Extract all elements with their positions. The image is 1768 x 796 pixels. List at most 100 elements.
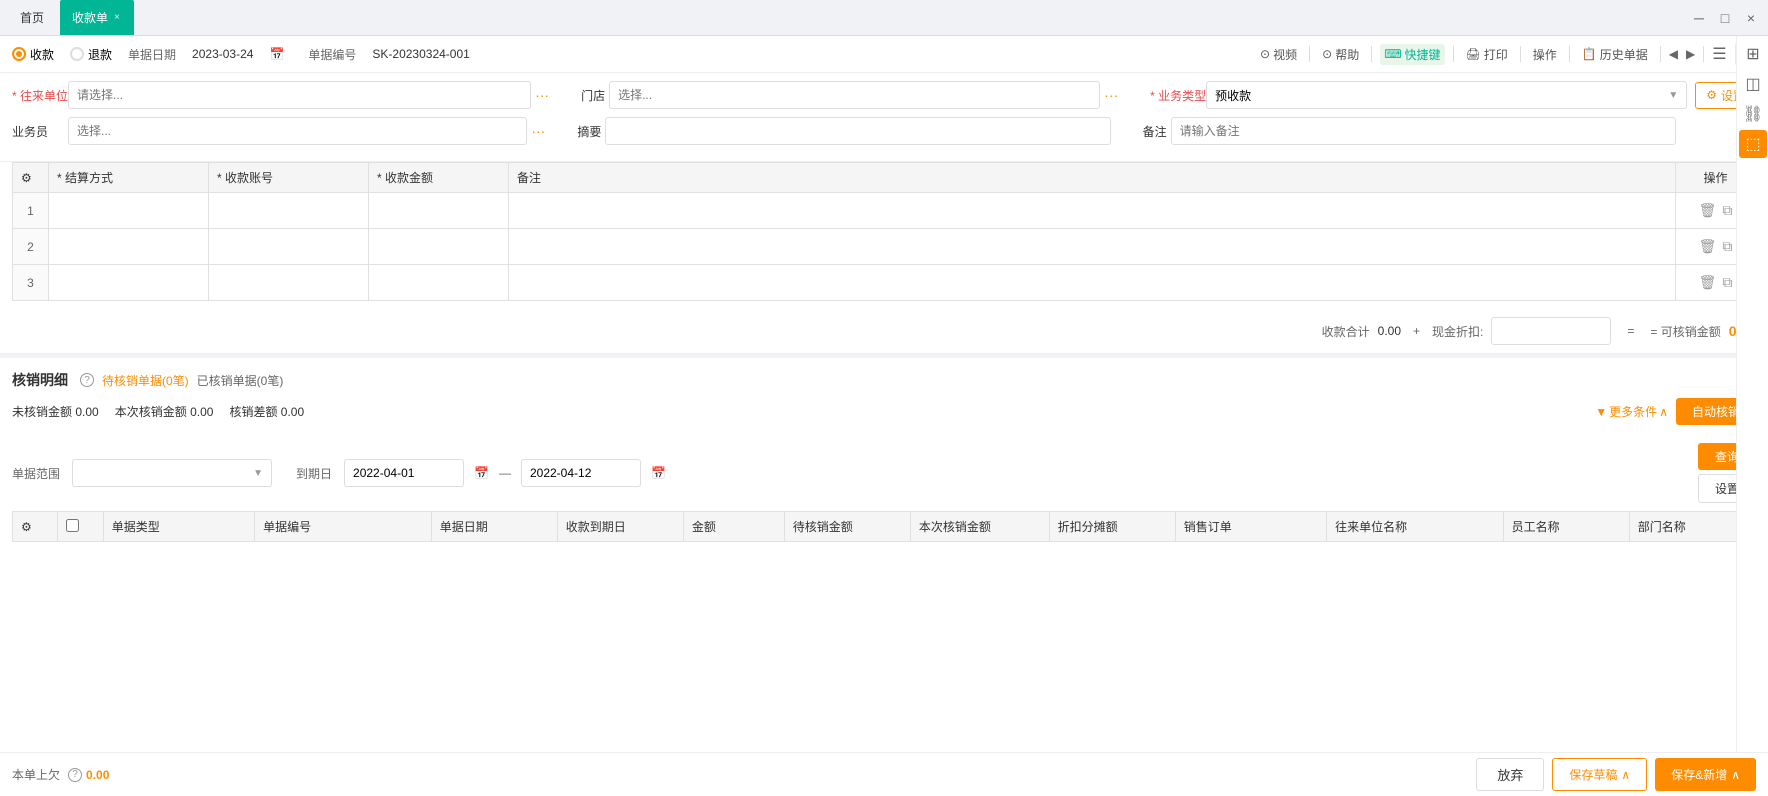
account-cell-3[interactable] <box>209 265 369 301</box>
account-input-2[interactable] <box>209 229 368 264</box>
footer-buttons: 放弃 保存草稿 ∧ 保存&新增 ∧ <box>1476 758 1756 791</box>
settlement-cell-3[interactable] <box>49 265 209 301</box>
help-icon: ⊙ <box>1322 47 1332 61</box>
biztype-select[interactable]: 预收款 ▼ <box>1206 81 1687 109</box>
save-new-btn[interactable]: 保存&新增 ∧ <box>1655 758 1756 791</box>
staff-input[interactable] <box>68 117 527 145</box>
table-row: 1 🗑 ⧉ <box>13 193 1756 229</box>
done-tab[interactable]: 已核销单据(0笔) <box>197 372 284 389</box>
counterpart-input[interactable] <box>68 81 531 109</box>
discount-input[interactable] <box>1491 317 1611 345</box>
number-value: SK-20230324-001 <box>372 47 469 61</box>
pending-tab[interactable]: 待核销单据(0笔) <box>102 372 189 389</box>
more-conditions-btn[interactable]: ▼ 更多条件 ∧ <box>1595 403 1668 420</box>
save-draft-btn[interactable]: 保存草稿 ∧ <box>1552 758 1647 791</box>
history-btn[interactable]: 📋 历史单据 <box>1578 44 1652 65</box>
video-btn[interactable]: ⊙ 视频 <box>1256 44 1301 65</box>
sidebar-icon-3[interactable]: ⛓ <box>1739 100 1767 128</box>
select-all-checkbox[interactable] <box>66 519 79 532</box>
account-input-3[interactable] <box>209 265 368 300</box>
date-to-input[interactable] <box>521 459 641 487</box>
remark-cell-3[interactable] <box>509 265 1676 301</box>
sidebar-icon-4[interactable]: ⬚ <box>1739 130 1767 158</box>
radio-refund[interactable]: 退款 <box>70 46 112 63</box>
account-input-1[interactable] <box>209 193 368 228</box>
counterpart-more-btn[interactable]: ··· <box>535 87 549 103</box>
action-label: 操作 <box>1533 46 1557 63</box>
unchecked-value: 0.00 <box>75 405 98 419</box>
delete-row-2-icon[interactable]: 🗑 <box>1699 238 1717 255</box>
calendar-icon[interactable]: 📅 <box>269 47 284 61</box>
date-from-input[interactable] <box>344 459 464 487</box>
account-cell-1[interactable] <box>209 193 369 229</box>
discount-th: 折扣分摊额 <box>1049 512 1175 542</box>
remark-input[interactable] <box>1171 117 1676 145</box>
range-select[interactable]: ▼ <box>72 459 272 487</box>
amount-input-3[interactable] <box>369 265 508 300</box>
cal-from-icon[interactable]: 📅 <box>474 466 489 480</box>
delete-row-3-icon[interactable]: 🗑 <box>1699 274 1717 291</box>
store-more-btn[interactable]: ··· <box>1104 87 1118 103</box>
row-num-3: 3 <box>13 265 49 301</box>
tab-home-label: 首页 <box>20 9 44 26</box>
date-value: 2023-03-24 <box>192 47 253 61</box>
remark-input-3[interactable] <box>509 265 1675 300</box>
settlement-input-2[interactable] <box>49 229 208 264</box>
form-area: * 往来单位 ··· 门店 ··· * 业务类型 预收款 ▼ <box>0 73 1768 162</box>
staff-label: 业务员 <box>12 123 68 140</box>
tab-close-icon[interactable]: × <box>114 12 120 23</box>
account-cell-2[interactable] <box>209 229 369 265</box>
verify-settings-th[interactable]: ⚙ <box>13 512 58 542</box>
settlement-cell-1[interactable] <box>49 193 209 229</box>
nav-right-icon[interactable]: ▶ <box>1686 47 1695 61</box>
discard-btn[interactable]: 放弃 <box>1476 758 1544 791</box>
print-icon: 🖨 <box>1466 47 1481 61</box>
amount-cell-1[interactable] <box>369 193 509 229</box>
biztype-field: * 业务类型 预收款 ▼ <box>1150 81 1687 109</box>
amount-cell-2[interactable] <box>369 229 509 265</box>
amount-cell-3[interactable] <box>369 265 509 301</box>
verify-info-icon[interactable]: ? <box>80 373 94 387</box>
info-icon[interactable]: ? <box>68 768 82 782</box>
staff-field: 业务员 ··· <box>12 117 545 145</box>
counterpart-field: * 往来单位 ··· <box>12 81 549 109</box>
amount-input-1[interactable] <box>369 193 508 228</box>
counterpart-th: 往来单位名称 <box>1327 512 1504 542</box>
table-settings-th[interactable]: ⚙ <box>13 163 49 193</box>
delete-row-1-icon[interactable]: 🗑 <box>1699 202 1717 219</box>
shortcut-btn[interactable]: ⌨ 快捷键 <box>1380 44 1444 65</box>
sidebar-icon-1[interactable]: ⊞ <box>1739 40 1767 68</box>
window-minimize-btn[interactable]: ─ <box>1690 9 1708 27</box>
help-btn[interactable]: ⊙ 帮助 <box>1318 44 1363 65</box>
settlement-input-1[interactable] <box>49 193 208 228</box>
copy-row-2-icon[interactable]: ⧉ <box>1722 238 1732 255</box>
nav-left-icon[interactable]: ◀ <box>1669 47 1678 61</box>
copy-row-1-icon[interactable]: ⧉ <box>1722 202 1732 219</box>
cal-to-icon[interactable]: 📅 <box>651 466 666 480</box>
verify-checkbox-th[interactable] <box>58 512 103 542</box>
action-btn[interactable]: 操作 <box>1529 44 1561 65</box>
staff-more-btn[interactable]: ··· <box>531 123 545 139</box>
remark-cell-2[interactable] <box>509 229 1676 265</box>
amount-input-2[interactable] <box>369 229 508 264</box>
tab-home[interactable]: 首页 <box>8 0 56 35</box>
copy-row-3-icon[interactable]: ⧉ <box>1722 274 1732 291</box>
list-view-icon[interactable]: ☰ <box>1712 44 1726 64</box>
current-th: 本次核销金额 <box>910 512 1049 542</box>
sidebar-icon-2[interactable]: ◫ <box>1739 70 1767 98</box>
window-maximize-btn[interactable]: □ <box>1716 9 1734 27</box>
summary-input[interactable] <box>605 117 1110 145</box>
staff-th: 员工名称 <box>1503 512 1629 542</box>
help-label: 帮助 <box>1335 46 1359 63</box>
settlement-input-3[interactable] <box>49 265 208 300</box>
window-close-btn[interactable]: × <box>1742 9 1760 27</box>
remark-input-1[interactable] <box>509 193 1675 228</box>
row-num-1: 1 <box>13 193 49 229</box>
settlement-cell-2[interactable] <box>49 229 209 265</box>
remark-cell-1[interactable] <box>509 193 1676 229</box>
remark-input-2[interactable] <box>509 229 1675 264</box>
tab-receipt[interactable]: 收款单 × <box>60 0 134 35</box>
print-btn[interactable]: 🖨 打印 <box>1462 44 1512 65</box>
radio-receipt[interactable]: 收款 <box>12 46 54 63</box>
store-input[interactable] <box>609 81 1100 109</box>
